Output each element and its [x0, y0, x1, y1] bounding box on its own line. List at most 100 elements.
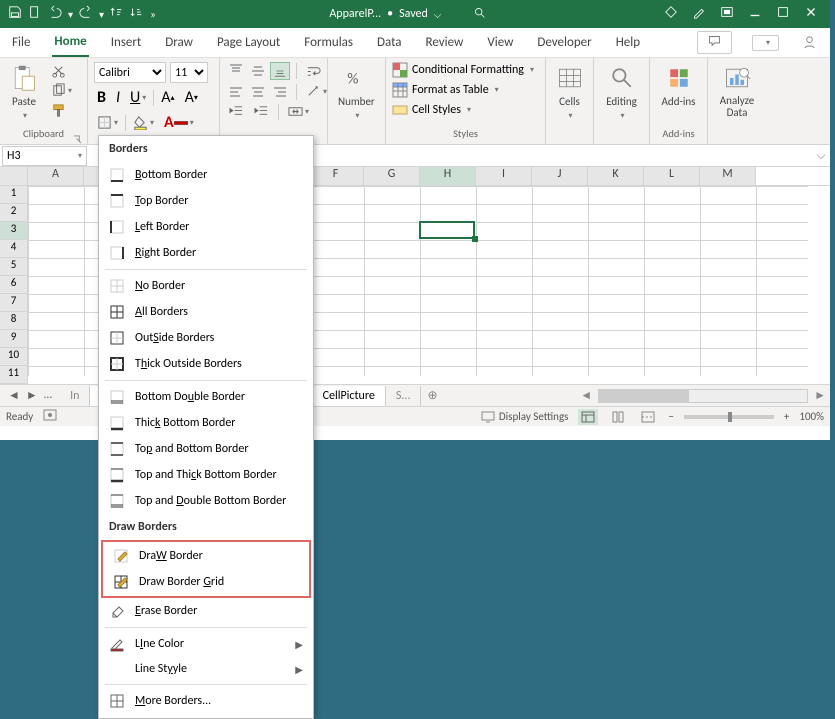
align-middle[interactable] — [248, 62, 268, 80]
tab-draw[interactable]: Draw — [163, 29, 195, 56]
undo-icon[interactable] — [48, 5, 62, 23]
fill-color-button[interactable]: ▾ — [130, 114, 157, 131]
hscroll-left[interactable]: ◄ — [580, 388, 592, 403]
col-header-L[interactable]: L — [644, 167, 700, 185]
format-painter-button[interactable] — [48, 102, 75, 119]
col-header-G[interactable]: G — [364, 167, 420, 185]
menu-all-borders[interactable]: All Borders — [99, 299, 313, 325]
select-all-corner[interactable] — [0, 167, 28, 185]
col-header-A[interactable]: A — [28, 167, 84, 185]
decrease-indent[interactable] — [226, 103, 247, 120]
align-right[interactable] — [270, 84, 290, 100]
increase-font-button[interactable]: A▴ — [158, 87, 177, 108]
undo-split-icon[interactable]: ▾ — [68, 8, 73, 21]
sheet-nav-prev[interactable]: ◄ — [8, 388, 20, 403]
cells-button[interactable]: Cells▾ — [552, 62, 587, 123]
fill-handle[interactable] — [472, 236, 478, 242]
sheet-tab[interactable]: CellPicture — [313, 386, 386, 406]
format-as-table-button[interactable]: Format as Table▾ — [392, 82, 534, 98]
row-header-2[interactable]: 2 — [0, 204, 28, 222]
conditional-formatting-button[interactable]: Conditional Formatting▾ — [392, 62, 534, 78]
display-settings-button[interactable]: Display Settings — [481, 410, 569, 423]
view-normal-button[interactable] — [578, 409, 598, 425]
col-header-H[interactable]: H — [420, 167, 476, 185]
save-icon[interactable] — [8, 5, 22, 23]
saved-status-chevron-icon[interactable]: ⌵ — [434, 8, 442, 21]
name-box[interactable]: H3▾ — [2, 146, 87, 166]
maximize-button[interactable] — [776, 5, 790, 23]
new-icon[interactable] — [28, 5, 42, 23]
col-header-J[interactable]: J — [532, 167, 588, 185]
account-icon[interactable] — [799, 34, 820, 51]
row-header-3[interactable]: 3 — [0, 222, 28, 240]
font-name-select[interactable]: Calibri — [94, 62, 166, 83]
italic-button[interactable]: I — [113, 87, 123, 108]
orientation-button[interactable]: ▾ — [303, 83, 330, 100]
selected-cell[interactable] — [419, 221, 475, 239]
tab-home[interactable]: Home — [52, 28, 88, 57]
macro-record-icon[interactable] — [43, 409, 57, 424]
tab-review[interactable]: Review — [424, 29, 466, 56]
sheet-nav-next[interactable]: ► — [26, 388, 38, 403]
menu-thick-bottom-border[interactable]: Thick Bottom Border — [99, 410, 313, 436]
zoom-slider-thumb[interactable] — [728, 412, 732, 422]
col-header-K[interactable]: K — [588, 167, 644, 185]
menu-outside-borders[interactable]: OutSide Borders — [99, 325, 313, 351]
wrap-text-button[interactable] — [303, 63, 324, 80]
borders-button[interactable]: ▾ — [94, 114, 121, 131]
col-header-M[interactable]: M — [700, 167, 756, 185]
share-button[interactable]: ▾ — [752, 35, 779, 51]
menu-line-color[interactable]: LIne Color▶ — [99, 631, 313, 657]
tab-view[interactable]: View — [485, 29, 515, 56]
qat-overflow-icon[interactable]: » — [150, 8, 156, 21]
tab-file[interactable]: File — [10, 29, 32, 56]
menu-top-and-double-bottom-border[interactable]: Top and Double Bottom Border — [99, 488, 313, 514]
sheet-nav-more[interactable]: … — [44, 388, 52, 403]
close-button[interactable] — [804, 5, 818, 23]
copy-button[interactable]: ▾ — [48, 82, 75, 99]
app-icon[interactable] — [720, 5, 734, 23]
align-bottom[interactable] — [270, 62, 290, 80]
search-icon[interactable] — [473, 6, 486, 23]
view-page-break-button[interactable] — [638, 409, 658, 425]
sheet-tab-partial-right[interactable]: S... — [386, 386, 422, 406]
menu-top-and-thick-bottom-border[interactable]: Top and Thick Bottom Border — [99, 462, 313, 488]
diamond-icon[interactable] — [664, 5, 678, 23]
zoom-slider[interactable] — [684, 415, 774, 419]
hscroll-thumb[interactable] — [599, 390, 689, 402]
formula-bar-expand[interactable]: ⌵ — [812, 149, 830, 163]
row-header-9[interactable]: 9 — [0, 330, 28, 348]
menu-draw-border-grid[interactable]: Draw Border Grid — [103, 569, 309, 595]
addins-button[interactable]: Add-ins — [656, 62, 701, 110]
paste-button[interactable]: Paste▾ — [6, 62, 42, 123]
cut-button[interactable] — [48, 62, 75, 79]
zoom-level[interactable]: 100% — [799, 410, 824, 423]
bold-button[interactable]: B — [94, 87, 109, 108]
comments-button[interactable] — [697, 31, 732, 54]
analyze-data-button[interactable]: Analyze Data — [714, 62, 760, 121]
menu-erase-border[interactable]: Erase Border — [99, 598, 313, 624]
tab-insert[interactable]: Insert — [109, 29, 144, 56]
menu-more-borders[interactable]: More Borders... — [99, 688, 313, 714]
font-color-button[interactable]: A▾ — [161, 112, 197, 133]
zoom-in-button[interactable]: + — [784, 410, 789, 423]
row-header-4[interactable]: 4 — [0, 240, 28, 258]
align-center[interactable] — [248, 84, 268, 100]
redo-icon[interactable] — [79, 5, 93, 23]
row-header-8[interactable]: 8 — [0, 312, 28, 330]
menu-right-border[interactable]: Right Border — [99, 240, 313, 266]
increase-indent[interactable] — [251, 103, 272, 120]
sort-desc-icon[interactable] — [130, 5, 144, 23]
menu-bottom-border[interactable]: Bottom Border — [99, 162, 313, 188]
decrease-font-button[interactable]: A▾ — [182, 87, 201, 108]
menu-line-style[interactable]: Line Styyle▶ — [99, 657, 313, 681]
hscroll-track[interactable] — [598, 389, 808, 403]
align-top[interactable] — [226, 62, 246, 80]
sheet-tab-partial-left[interactable]: In — [60, 386, 90, 406]
saved-status[interactable]: Saved — [399, 7, 428, 21]
number-format-button[interactable]: % Number▾ — [334, 62, 379, 123]
redo-split-icon[interactable]: ▾ — [99, 8, 104, 21]
row-header-5[interactable]: 5 — [0, 258, 28, 276]
hscroll-right[interactable]: ► — [814, 388, 826, 403]
merge-button[interactable]: ▾ — [285, 103, 312, 120]
